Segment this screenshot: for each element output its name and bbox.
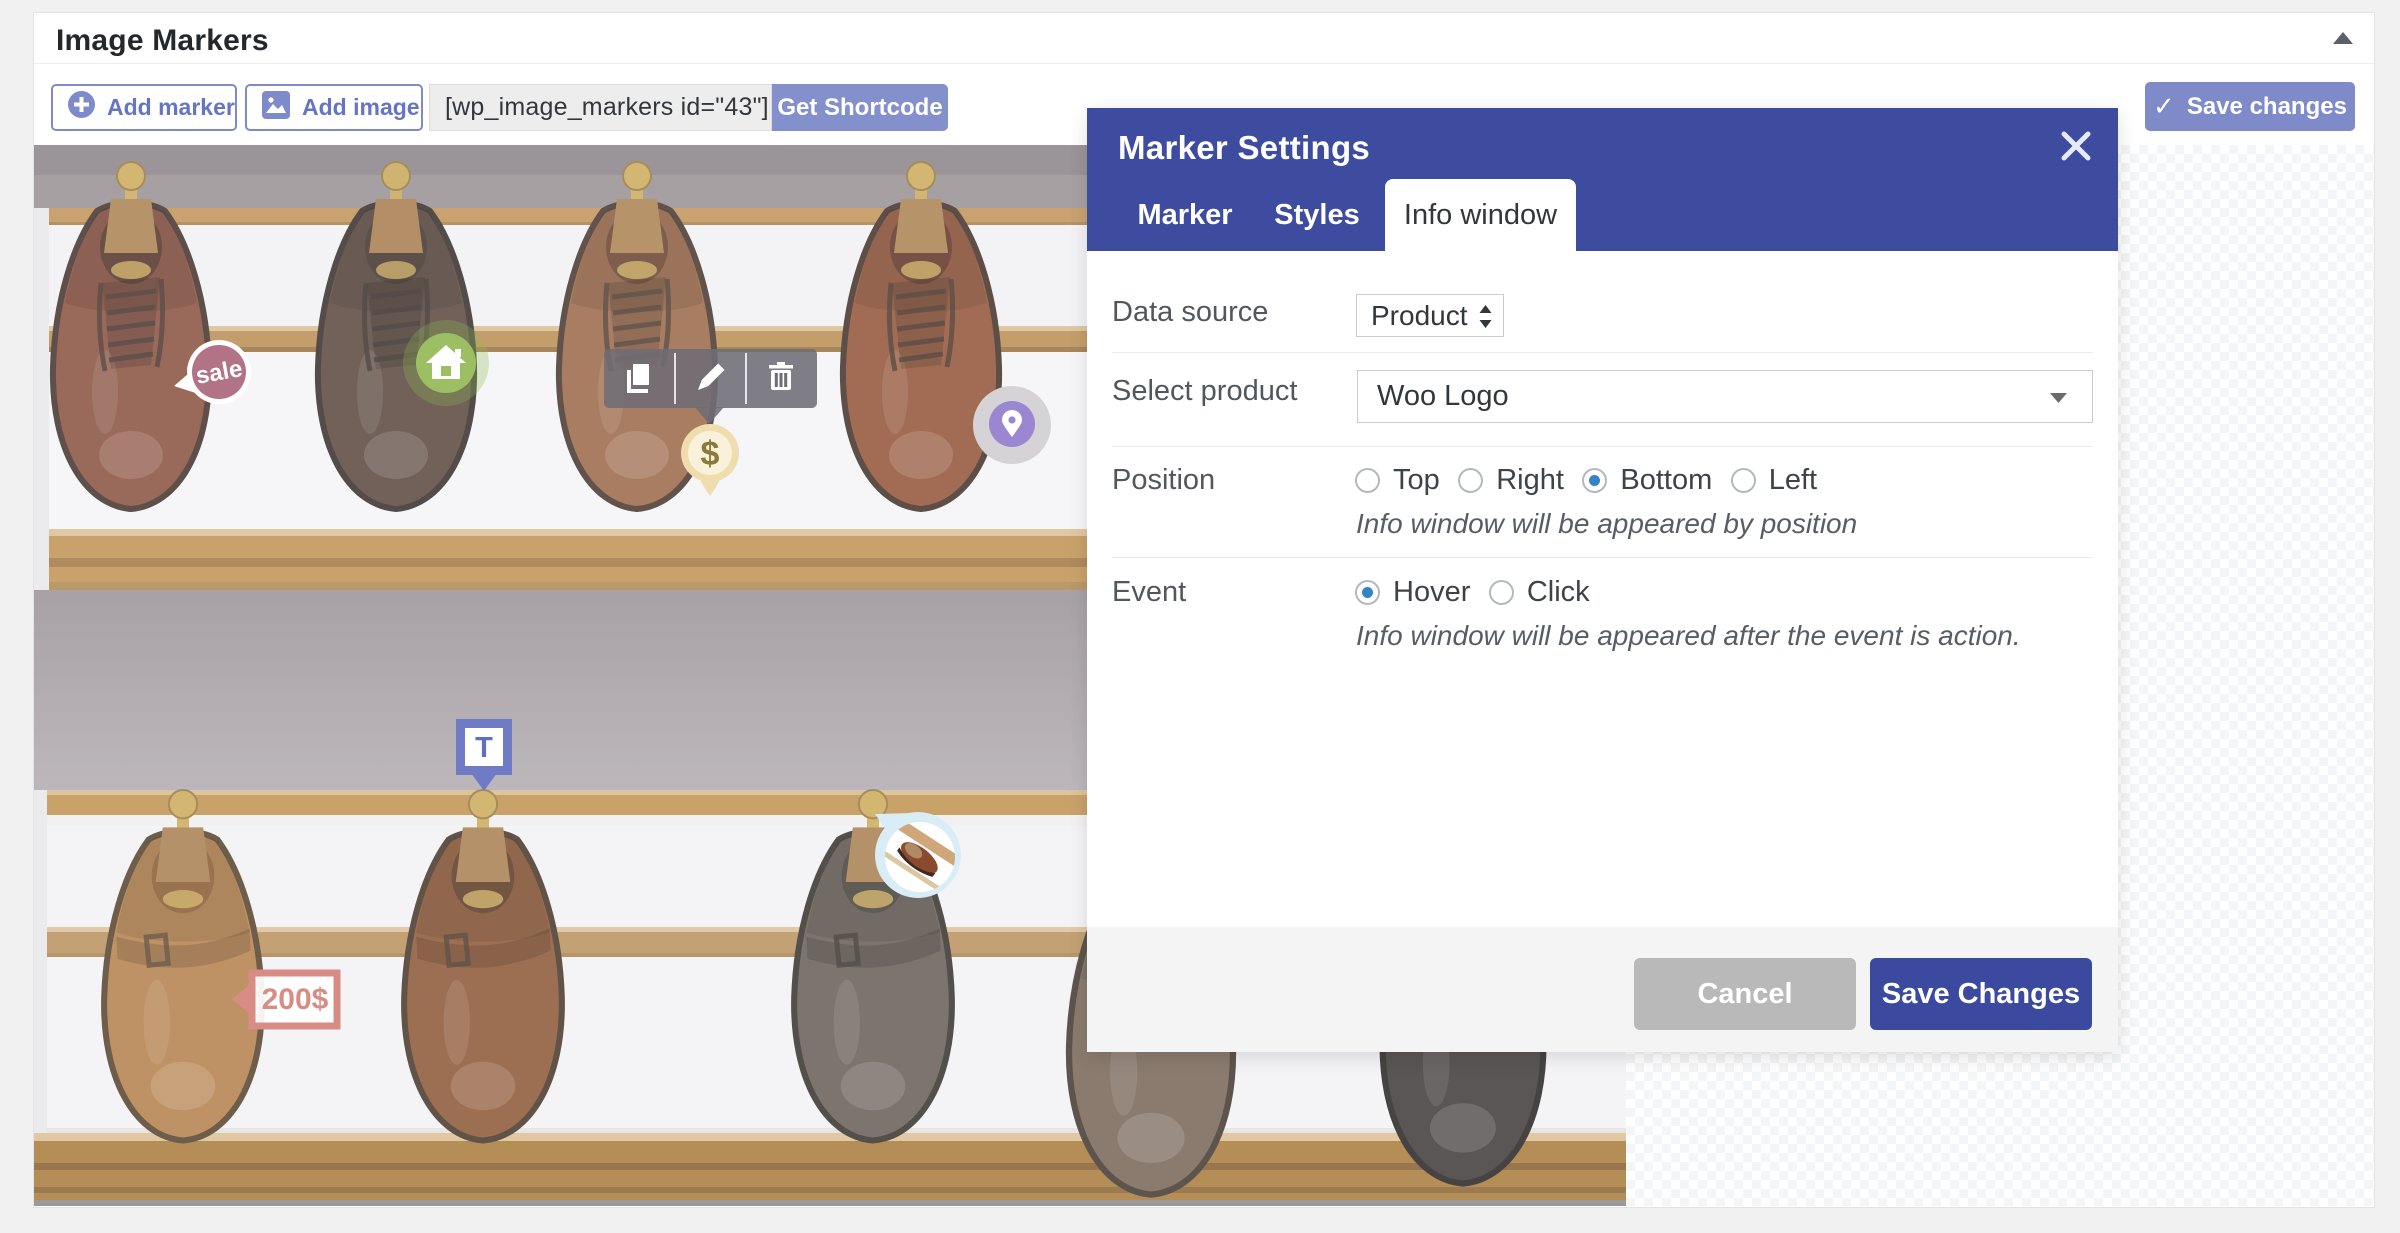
svg-text:T: T bbox=[475, 732, 493, 764]
svg-text:$: $ bbox=[701, 435, 720, 473]
svg-text:200$: 200$ bbox=[262, 983, 329, 1016]
